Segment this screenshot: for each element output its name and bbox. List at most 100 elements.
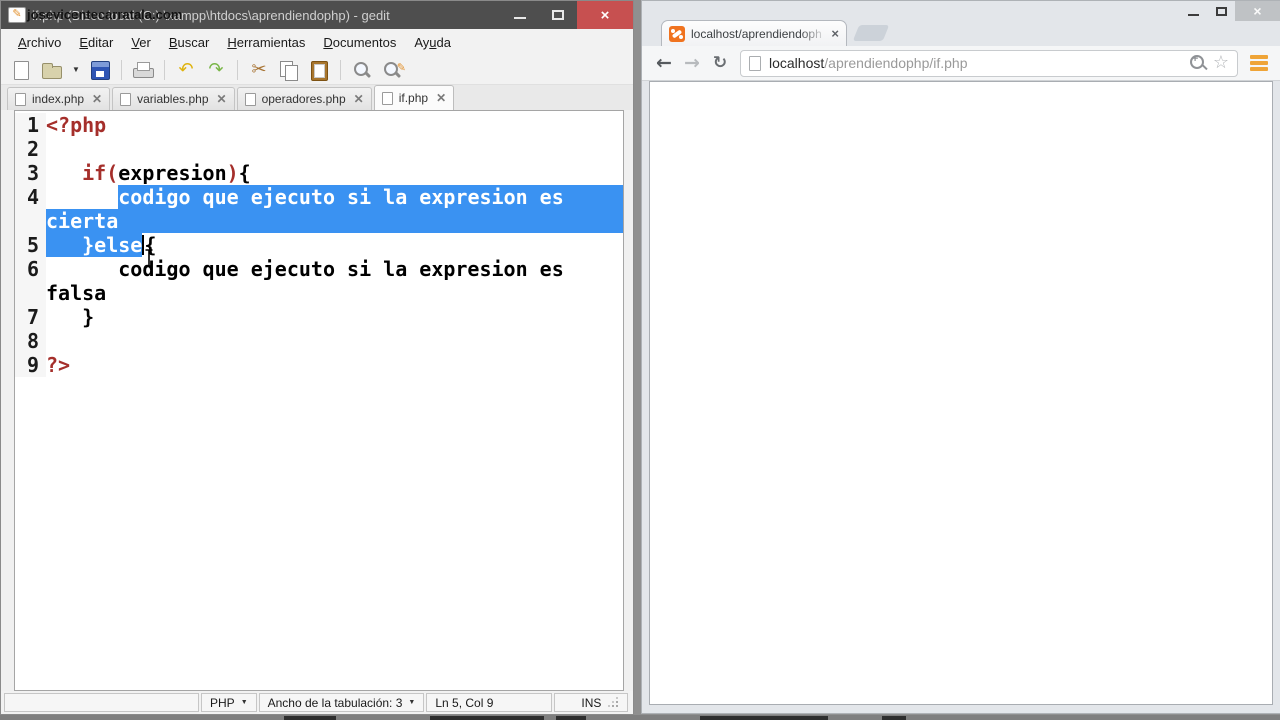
copy-icon[interactable] (277, 59, 301, 81)
chrome-menu-icon[interactable] (1246, 52, 1272, 74)
menu-item-ayuda[interactable]: Ayuda (405, 31, 460, 54)
code-line[interactable]: <?php (46, 113, 623, 137)
reload-button[interactable]: ↻ (706, 53, 734, 73)
cut-icon[interactable]: ✂ (247, 59, 271, 81)
code-line[interactable] (46, 329, 623, 353)
menu-item-editar[interactable]: Editar (70, 31, 122, 54)
code-line[interactable]: ?> (46, 353, 623, 377)
dropdown-caret-icon: ▼ (408, 699, 416, 706)
find-icon[interactable] (350, 59, 374, 81)
code-line[interactable]: cierta (46, 209, 623, 233)
editor-tab-operadores.php[interactable]: operadores.php ✕ (236, 87, 372, 110)
insert-mode-indicator: INS (554, 693, 628, 712)
code-keyword: <?php (46, 113, 107, 137)
code-row: 5 }else{ (15, 233, 623, 257)
gedit-toolbar: ▼ ↶ ↷ ✂ ✎ (1, 55, 633, 85)
chrome-window: × localhost/aprendiendoph × ← → ↻ localh… (641, 0, 1280, 714)
minimize-icon (514, 17, 526, 19)
editor-tab-if.php[interactable]: if.php ✕ (373, 85, 455, 110)
toolbar-separator (121, 59, 122, 80)
code-keyword: if( (82, 161, 119, 185)
code-text: cierta (46, 209, 119, 233)
taskbar-segment (882, 716, 906, 720)
undo-icon[interactable]: ↶ (174, 59, 198, 81)
code-line[interactable]: } (46, 305, 623, 329)
tab-close-icon[interactable]: ✕ (354, 93, 364, 105)
back-button[interactable]: ← (650, 52, 678, 74)
code-line[interactable]: falsa (46, 281, 623, 305)
minimize-button[interactable] (1179, 1, 1207, 21)
open-dropdown-caret-icon[interactable]: ▼ (70, 59, 82, 81)
line-number: 6 (15, 257, 46, 281)
cursor-position: Ln 5, Col 9 (426, 693, 553, 712)
forward-button[interactable]: → (678, 52, 706, 74)
gedit-tabbar: index.php ✕ variables.php ✕ operadores.php ✕ i… (1, 85, 633, 110)
browser-toolbar: ← → ↻ localhost/aprendiendophp/if.php + … (642, 46, 1280, 81)
code-row: cierta (15, 209, 623, 233)
zoom-icon[interactable]: + (1187, 52, 1209, 74)
line-number: 2 (15, 137, 46, 161)
tab-close-icon[interactable]: ✕ (92, 93, 102, 105)
menu-item-archivo[interactable]: Archivo (9, 31, 70, 54)
maximize-icon (1215, 6, 1227, 16)
redo-icon[interactable]: ↷ (204, 59, 228, 81)
close-button[interactable]: × (1235, 1, 1280, 21)
tab-label: if.php (398, 91, 429, 105)
new-tab-button[interactable] (852, 25, 890, 41)
paste-icon[interactable] (307, 59, 331, 81)
tab-label: variables.php (137, 92, 209, 106)
code-keyword: ) (226, 161, 239, 185)
tab-width-selector[interactable]: Ancho de la tabulación: 3 ▼ (258, 693, 425, 712)
resize-grip[interactable] (609, 698, 619, 708)
code-row: 8 (15, 329, 623, 353)
statusbar-message-area (4, 693, 199, 712)
line-number: 9 (15, 353, 46, 377)
new-document-icon[interactable] (10, 59, 34, 81)
replace-icon[interactable]: ✎ (380, 59, 406, 81)
taskbar-segment (430, 716, 544, 720)
taskbar-segment (556, 716, 586, 720)
document-icon (120, 92, 132, 106)
address-bar[interactable]: localhost/aprendiendophp/if.php + ☆ (740, 49, 1238, 77)
taskbar-strip (0, 715, 1280, 720)
tab-close-icon[interactable]: ✕ (436, 92, 446, 104)
editor-tab-variables.php[interactable]: variables.php ✕ (112, 87, 235, 110)
url-host: localhost (769, 55, 825, 71)
tab-close-icon[interactable]: × (831, 26, 839, 41)
print-icon[interactable] (131, 59, 155, 81)
tab-title: localhost/aprendiendoph (691, 26, 822, 41)
menu-item-ver[interactable]: Ver (122, 31, 160, 54)
menu-item-buscar[interactable]: Buscar (160, 31, 218, 54)
toolbar-separator (340, 59, 341, 80)
code-textview[interactable]: 1 <?php 2 3 if(expresion){4 codigo que ejec… (14, 110, 624, 691)
language-selector[interactable]: PHP ▼ (201, 693, 257, 712)
gedit-menubar: Archivo Editar Ver Buscar Herramientas Docume… (1, 29, 633, 55)
page-icon (749, 55, 761, 71)
menu-item-documentos[interactable]: Documentos (314, 31, 405, 54)
bookmark-star-icon[interactable]: ☆ (1213, 52, 1229, 74)
url-text[interactable]: localhost/aprendiendophp/if.php (769, 55, 1187, 71)
code-line[interactable]: }else{ (46, 233, 623, 257)
menu-item-herramientas[interactable]: Herramientas (218, 31, 314, 54)
code-line[interactable] (46, 137, 623, 161)
close-button[interactable]: × (577, 1, 633, 29)
maximize-button[interactable] (1207, 1, 1235, 21)
code-line[interactable]: codigo que ejecuto si la expresion es (46, 185, 623, 209)
toolbar-separator (237, 59, 238, 80)
code-keyword: ?> (46, 353, 71, 377)
line-number: 4 (15, 185, 46, 209)
document-icon (15, 92, 26, 106)
tab-close-icon[interactable]: ✕ (217, 93, 227, 105)
code-line[interactable]: codigo que ejecuto si la expresion es (46, 257, 623, 281)
minimize-button[interactable] (501, 1, 539, 29)
code-text: { (238, 161, 251, 185)
code-line[interactable]: if(expresion){ (46, 161, 623, 185)
browser-tab[interactable]: localhost/aprendiendoph × (661, 20, 847, 46)
editor-tab-index.php[interactable]: index.php ✕ (7, 87, 111, 110)
maximize-button[interactable] (539, 1, 577, 29)
browser-content-blank-page[interactable] (649, 81, 1273, 705)
code-text: }else (46, 233, 143, 257)
open-folder-icon[interactable] (40, 59, 64, 81)
save-icon[interactable] (88, 59, 112, 81)
